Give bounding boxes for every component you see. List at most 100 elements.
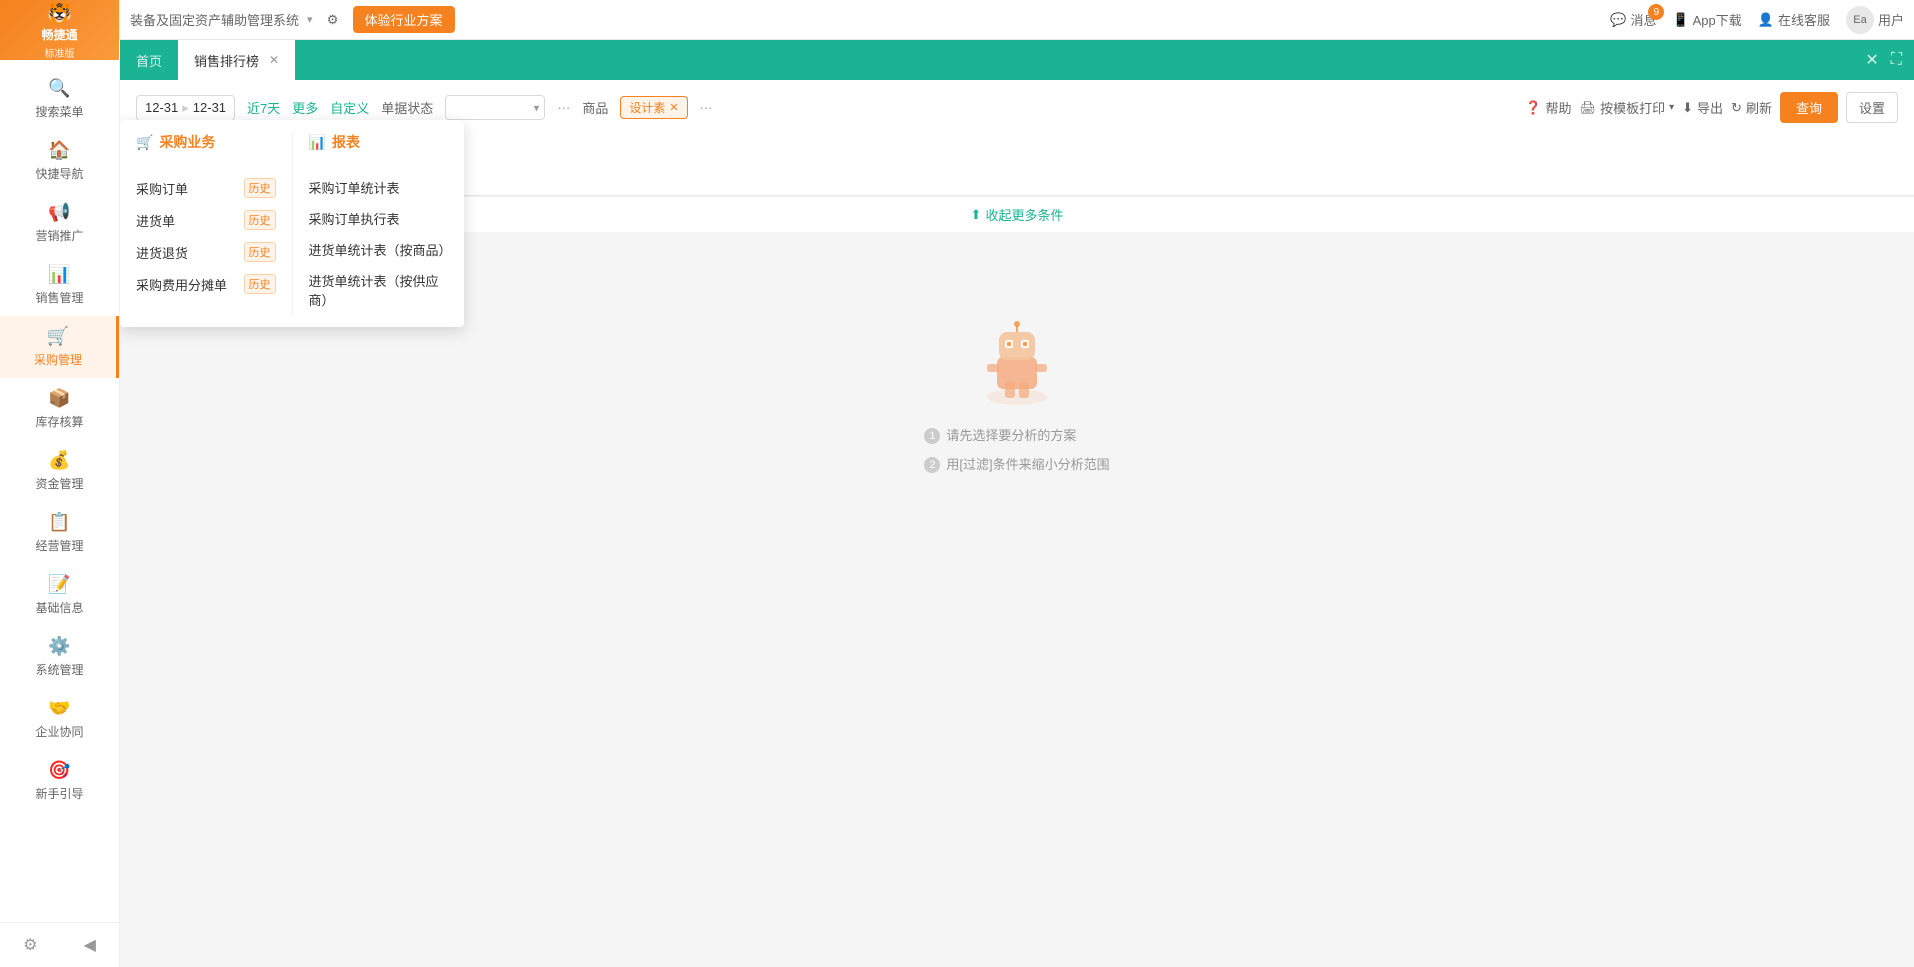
sidebar-item-operation[interactable]: 📋 经营管理	[0, 502, 119, 564]
order-stats-label: 采购订单统计表	[309, 178, 400, 197]
business-header-icon: 🛒	[136, 134, 153, 151]
collapse-up-icon: ⬆	[971, 207, 982, 223]
refresh-label: 刷新	[1746, 98, 1772, 117]
dropdown-business-title: 采购业务	[159, 132, 215, 152]
sidebar-item-sales[interactable]: 📊 销售管理	[0, 254, 119, 316]
top-bar-right: 💬 消息 9 📱 App下载 👤 在线客服 Ea 用户	[1610, 6, 1904, 34]
sidebar-item-inventory-label: 库存核算	[35, 413, 83, 430]
purchase-expense-item[interactable]: 采购费用分摊单 历史	[136, 268, 276, 300]
status-select[interactable]	[445, 95, 545, 120]
logo-icon: 🐯	[47, 1, 72, 26]
date-more[interactable]: 更多	[292, 98, 318, 117]
report-header-icon: 📊	[309, 134, 326, 151]
sidebar-item-search[interactable]: 🔍 搜索菜单	[0, 68, 119, 130]
sidebar-item-basic[interactable]: 📝 基础信息	[0, 564, 119, 626]
print-icon: 🖨	[1580, 100, 1597, 116]
sidebar-item-finance-label: 资金管理	[35, 475, 83, 492]
settings-icon[interactable]: ⚙	[321, 8, 345, 32]
purchase-order-history-badge[interactable]: 历史	[244, 178, 276, 198]
status-dots[interactable]: ···	[557, 100, 570, 115]
goods-receipt-item[interactable]: 进货单 历史	[136, 204, 276, 236]
goods-tag-close-icon[interactable]: ✕	[669, 101, 678, 114]
tab-sales-rank[interactable]: 销售排行榜 ✕	[178, 40, 295, 80]
basic-icon: 📝	[48, 574, 70, 595]
empty-text-2: 用[过滤]条件来缩小分析范围	[946, 453, 1109, 476]
sidebar-item-operation-label: 经营管理	[35, 537, 83, 554]
logo-subtitle: 标准版	[45, 45, 75, 60]
date-custom[interactable]: 自定义	[330, 98, 369, 117]
tab-close-icon[interactable]: ✕	[269, 53, 279, 67]
help-btn[interactable]: ❓ 帮助	[1525, 98, 1571, 117]
print-label: 按模板打印	[1600, 98, 1665, 117]
date-range-input[interactable]: 12-31 ▸ 12-31	[136, 95, 235, 121]
status-label: 单据状态	[381, 98, 433, 117]
tab-expand-icon[interactable]: ⛶	[1887, 47, 1906, 73]
app-download-btn[interactable]: 📱 App下载	[1672, 10, 1741, 29]
user-btn[interactable]: Ea 用户	[1846, 6, 1904, 34]
sidebar-item-inventory[interactable]: 📦 库存核算	[0, 378, 119, 440]
sidebar-item-purchase[interactable]: 🛒 采购管理	[0, 316, 119, 378]
goods-return-history-badge[interactable]: 历史	[244, 242, 276, 262]
date-display: 12-31	[145, 100, 178, 115]
sidebar-settings-icon[interactable]: ⚙	[23, 935, 37, 955]
toolbar-right: ❓ 帮助 🖨 按模板打印 ▾ ⬇ 导出 ↻ 刷新	[1525, 92, 1898, 123]
refresh-btn[interactable]: ↻ 刷新	[1731, 98, 1772, 117]
help-label: 帮助	[1546, 98, 1572, 117]
order-exec-label: 采购订单执行表	[309, 209, 400, 228]
empty-illustration	[967, 312, 1067, 412]
online-service-label: 在线客服	[1778, 10, 1830, 29]
sales-icon: 📊	[48, 264, 70, 285]
guide-icon: 🎯	[48, 760, 70, 781]
goods-return-item[interactable]: 进货退货 历史	[136, 236, 276, 268]
goods-label: 商品	[582, 98, 608, 117]
industry-btn[interactable]: 体验行业方案	[353, 6, 455, 33]
sidebar-item-quick[interactable]: 🏠 快捷导航	[0, 130, 119, 192]
order-exec-item[interactable]: 采购订单执行表	[309, 203, 449, 234]
search-nav-icon: 🔍	[48, 78, 70, 99]
purchase-icon: 🛒	[47, 326, 69, 347]
sidebar-item-purchase-label: 采购管理	[34, 351, 82, 368]
logo-area: 🐯 畅捷通 标准版	[0, 0, 119, 60]
home-icon: 🏠	[48, 140, 70, 161]
settings-btn[interactable]: 设置	[1846, 92, 1898, 123]
goods-receipt-history-badge[interactable]: 历史	[244, 210, 276, 230]
receipt-stats-supplier-label: 进货单统计表（按供应商）	[309, 271, 449, 309]
tab-close-all-icon[interactable]: ✕	[1861, 46, 1882, 74]
avatar: Ea	[1846, 6, 1874, 34]
order-stats-item[interactable]: 采购订单统计表	[309, 172, 449, 203]
empty-text-1: 请先选择要分析的方案	[946, 424, 1076, 447]
date-7days[interactable]: 近7天	[247, 98, 280, 117]
export-btn[interactable]: ⬇ 导出	[1682, 98, 1723, 117]
receipt-stats-goods-item[interactable]: 进货单统计表（按商品）	[309, 234, 449, 265]
dropdown-arrow-icon[interactable]: ▾	[307, 13, 313, 26]
content-area: 12-31 ▸ 12-31 近7天 更多 自定义 单据状态 ··· 商品	[120, 80, 1914, 967]
purchase-order-item[interactable]: 采购订单 历史	[136, 172, 276, 204]
tab-home[interactable]: 首页	[120, 40, 178, 80]
main-content: 装备及固定资产辅助管理系统 ▾ ⚙ 体验行业方案 💬 消息 9 📱 App下载 …	[120, 0, 1914, 967]
sidebar-item-finance[interactable]: 💰 资金管理	[0, 440, 119, 502]
export-icon: ⬇	[1682, 100, 1693, 116]
sidebar-item-marketing-label: 营销推广	[35, 227, 83, 244]
toolbar-row: 12-31 ▸ 12-31 近7天 更多 自定义 单据状态 ··· 商品	[136, 92, 1898, 123]
query-btn[interactable]: 查询	[1780, 92, 1838, 123]
sidebar-collapse-icon[interactable]: ◀	[84, 935, 96, 955]
sidebar-item-guide[interactable]: 🎯 新手引导	[0, 750, 119, 812]
sidebar-item-search-label: 搜索菜单	[35, 103, 83, 120]
sidebar-item-system[interactable]: ⚙️ 系统管理	[0, 626, 119, 688]
online-service-btn[interactable]: 👤 在线客服	[1758, 10, 1830, 29]
sidebar-item-collab[interactable]: 🤝 企业协同	[0, 688, 119, 750]
goods-tag: 设计素 ✕	[620, 96, 687, 119]
marketing-icon: 📢	[48, 202, 70, 223]
sidebar: 🐯 畅捷通 标准版 🔍 搜索菜单 🏠 快捷导航 📢 营销推广 📊 销售管理 🛒 …	[0, 0, 120, 967]
receipt-stats-supplier-item[interactable]: 进货单统计表（按供应商）	[309, 265, 449, 315]
sidebar-item-marketing[interactable]: 📢 营销推广	[0, 192, 119, 254]
tab-bar-right: ✕ ⛶	[1861, 46, 1914, 74]
goods-dots[interactable]: ···	[700, 100, 713, 115]
purchase-expense-history-badge[interactable]: 历史	[244, 274, 276, 294]
messages-btn[interactable]: 💬 消息 9	[1610, 10, 1656, 29]
dropdown-report-header: 📊 报表	[309, 132, 449, 160]
step-2: 2	[924, 457, 940, 473]
status-select-wrapper	[445, 95, 545, 120]
print-btn[interactable]: 🖨 按模板打印 ▾	[1580, 98, 1675, 117]
tab-home-label: 首页	[136, 51, 162, 70]
